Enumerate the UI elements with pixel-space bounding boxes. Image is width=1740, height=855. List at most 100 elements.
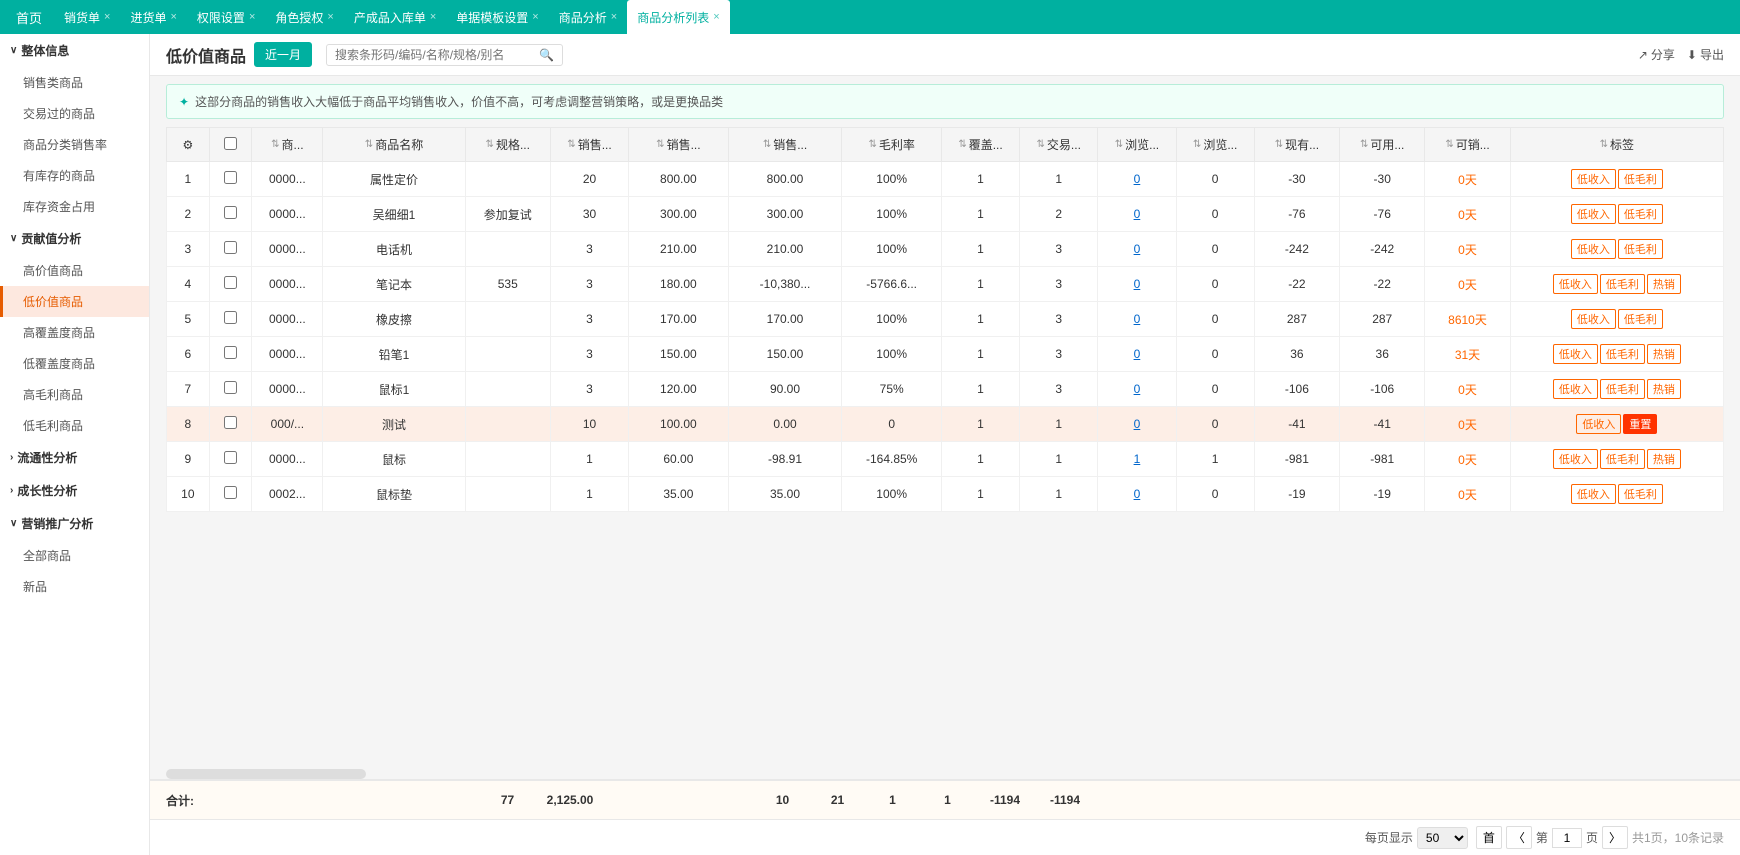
col-name[interactable]: ⇅商品名称 [323, 128, 465, 162]
sidebar-item-high-value[interactable]: 高价值商品 [0, 255, 149, 286]
col-trade[interactable]: ⇅交易... [1020, 128, 1098, 162]
col-sale-amount[interactable]: ⇅销售... [728, 128, 842, 162]
view1-link[interactable]: 0 [1134, 417, 1141, 431]
nav-tab-template[interactable]: 单据模板设置 × [446, 0, 548, 34]
nav-tab-purchaseorder[interactable]: 进货单 × [120, 0, 186, 34]
nav-tab-roles[interactable]: 角色授权 × [265, 0, 343, 34]
col-gross-rate[interactable]: ⇅毛利率 [842, 128, 942, 162]
col-tags[interactable]: ⇅标签 [1510, 128, 1723, 162]
sidebar-item-low-margin[interactable]: 低毛利商品 [0, 410, 149, 441]
view1-link[interactable]: 0 [1134, 277, 1141, 291]
scrollbar-thumb[interactable] [166, 769, 366, 779]
sidebar-item-traded-products[interactable]: 交易过的商品 [0, 98, 149, 129]
select-all-checkbox[interactable] [224, 137, 237, 150]
close-icon[interactable]: × [249, 11, 255, 23]
view1-link[interactable]: 0 [1134, 172, 1141, 186]
sidebar-item-new-products[interactable]: 新品 [0, 571, 149, 602]
view1-link[interactable]: 0 [1134, 382, 1141, 396]
row-checkbox[interactable] [224, 486, 237, 499]
row-checkbox[interactable] [224, 311, 237, 324]
row-checkbox[interactable] [224, 381, 237, 394]
row-checkbox[interactable] [224, 451, 237, 464]
cell-sale-price: 150.00 [629, 337, 729, 372]
nav-home[interactable]: 首页 [4, 0, 54, 34]
nav-tab-permissions[interactable]: 权限设置 × [187, 0, 265, 34]
view1-link[interactable]: 0 [1134, 312, 1141, 326]
cell-current: -19 [1254, 477, 1339, 512]
col-coverage[interactable]: ⇅覆盖... [941, 128, 1019, 162]
nav-tab-product-stock[interactable]: 产成品入库单 × [344, 0, 446, 34]
sidebar-group-growth[interactable]: › 成长性分析 [0, 474, 149, 507]
table-body: 1 0000... 属性定价 20 800.00 800.00 100% 1 1… [167, 162, 1724, 512]
search-input[interactable] [335, 48, 535, 62]
cell-trade: 3 [1020, 302, 1098, 337]
sidebar-item-stocked-products[interactable]: 有库存的商品 [0, 160, 149, 191]
view1-link[interactable]: 0 [1134, 487, 1141, 501]
cell-sale-amount: 210.00 [728, 232, 842, 267]
sidebar-item-high-coverage[interactable]: 高覆盖度商品 [0, 317, 149, 348]
col-sale-qty[interactable]: ⇅销售... [550, 128, 628, 162]
search-icon[interactable]: 🔍 [539, 48, 554, 62]
per-page-select[interactable]: 50 100 200 [1417, 827, 1468, 849]
close-icon[interactable]: × [532, 11, 538, 23]
col-spec[interactable]: ⇅规格... [465, 128, 550, 162]
row-checkbox[interactable] [224, 346, 237, 359]
view1-link[interactable]: 0 [1134, 207, 1141, 221]
header-actions: ↗ 分享 ⬇ 导出 [1638, 46, 1724, 63]
row-checkbox[interactable] [224, 416, 237, 429]
col-available[interactable]: ⇅可用... [1340, 128, 1425, 162]
col-current[interactable]: ⇅现有... [1254, 128, 1339, 162]
view1-link[interactable]: 0 [1134, 242, 1141, 256]
sidebar-item-low-coverage[interactable]: 低覆盖度商品 [0, 348, 149, 379]
cell-spec [465, 337, 550, 372]
col-sale-price[interactable]: ⇅销售... [629, 128, 729, 162]
cell-sale-price: 180.00 [629, 267, 729, 302]
row-checkbox[interactable] [224, 241, 237, 254]
row-checkbox[interactable] [224, 276, 237, 289]
col-view1[interactable]: ⇅浏览... [1098, 128, 1176, 162]
nav-tab-product-analysis-list[interactable]: 商品分析列表 × [627, 0, 729, 34]
row-checkbox[interactable] [224, 206, 237, 219]
first-page-button[interactable]: 首 [1476, 826, 1502, 849]
view1-link[interactable]: 1 [1134, 452, 1141, 466]
sidebar-group-marketing[interactable]: ∨ 营销推广分析 [0, 507, 149, 540]
cell-tags: 低收入低毛利热销 [1510, 442, 1723, 477]
col-settings[interactable]: ⚙ [167, 128, 210, 162]
nav-tab-salesorder[interactable]: 销货单 × [54, 0, 120, 34]
close-icon[interactable]: × [327, 11, 333, 23]
sidebar-item-sales-products[interactable]: 销售类商品 [0, 67, 149, 98]
close-icon[interactable]: × [430, 11, 436, 23]
sidebar-item-low-value[interactable]: 低价值商品 [0, 286, 149, 317]
sidebar-item-high-margin[interactable]: 高毛利商品 [0, 379, 149, 410]
sidebar-group-liquidity[interactable]: › 流通性分析 [0, 441, 149, 474]
row-checkbox[interactable] [224, 171, 237, 184]
export-button[interactable]: ⬇ 导出 [1687, 46, 1724, 63]
cell-days: 0天 [1425, 232, 1510, 267]
cell-gross-rate: 0 [842, 407, 942, 442]
close-icon[interactable]: × [170, 11, 176, 23]
page-input[interactable] [1552, 828, 1582, 848]
close-icon[interactable]: × [611, 11, 617, 23]
prev-page-button[interactable]: 〈 [1506, 826, 1532, 849]
tab-recent-1month[interactable]: 近一月 [254, 42, 312, 67]
col-saleable[interactable]: ⇅可销... [1425, 128, 1510, 162]
nav-tab-product-analysis[interactable]: 商品分析 × [549, 0, 627, 34]
col-code[interactable]: ⇅商... [252, 128, 323, 162]
cell-current: 287 [1254, 302, 1339, 337]
cell-checkbox [209, 442, 252, 477]
sidebar-group-contribution[interactable]: ∨ 贡献值分析 [0, 222, 149, 255]
col-checkbox[interactable] [209, 128, 252, 162]
col-view2[interactable]: ⇅浏览... [1176, 128, 1254, 162]
cell-sale-qty: 3 [550, 372, 628, 407]
sidebar-group-overall[interactable]: ∨ 整体信息 [0, 34, 149, 67]
footer-empty2 [320, 789, 420, 811]
close-icon[interactable]: × [713, 11, 719, 23]
sidebar-item-all-products[interactable]: 全部商品 [0, 540, 149, 571]
view1-link[interactable]: 0 [1134, 347, 1141, 361]
share-button[interactable]: ↗ 分享 [1638, 46, 1675, 63]
close-icon[interactable]: × [104, 11, 110, 23]
next-page-button[interactable]: 〉 [1602, 826, 1628, 849]
sidebar-item-category-sales-rate[interactable]: 商品分类销售率 [0, 129, 149, 160]
sidebar-item-inventory-capital[interactable]: 库存资金占用 [0, 191, 149, 222]
horizontal-scrollbar[interactable] [166, 769, 1724, 779]
